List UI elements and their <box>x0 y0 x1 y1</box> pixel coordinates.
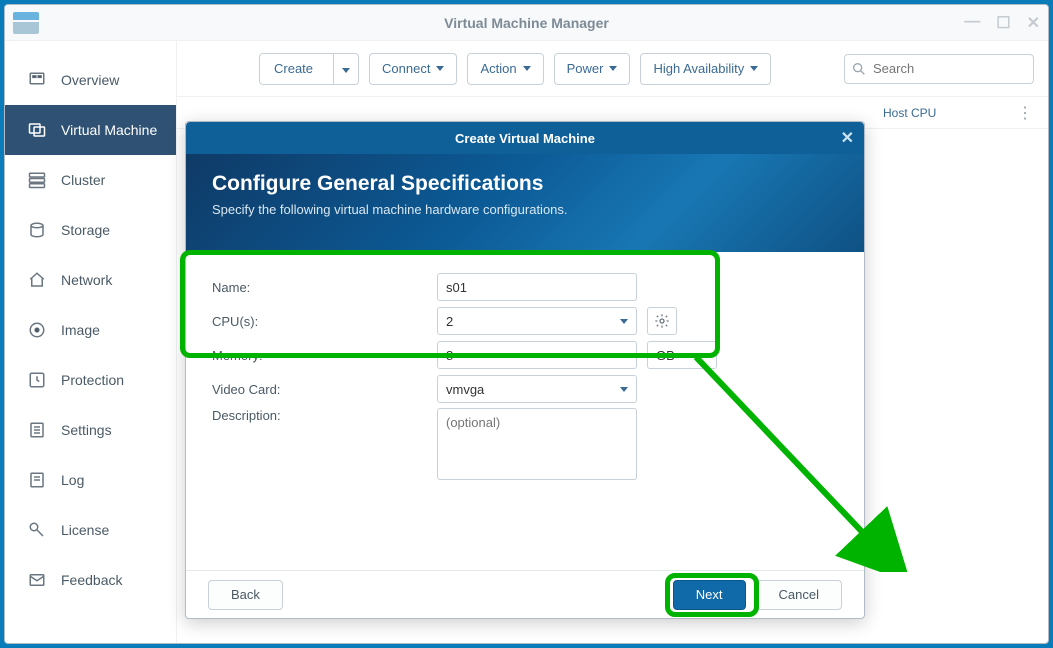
log-icon <box>27 470 47 490</box>
connect-button[interactable]: Connect <box>369 53 457 85</box>
sidebar-item-log[interactable]: Log <box>5 455 176 505</box>
create-vm-modal: Create Virtual Machine ✕ Configure Gener… <box>185 121 865 619</box>
memory-label: Memory: <box>212 348 437 363</box>
modal-title: Create Virtual Machine <box>455 131 595 146</box>
titlebar: Virtual Machine Manager — ☐ ✕ <box>5 5 1048 41</box>
sidebar-label: Overview <box>61 72 119 88</box>
sidebar-item-protection[interactable]: Protection <box>5 355 176 405</box>
sidebar-item-feedback[interactable]: Feedback <box>5 555 176 605</box>
back-button[interactable]: Back <box>208 580 283 610</box>
window-title: Virtual Machine Manager <box>444 15 609 31</box>
modal-banner: Configure General Specifications Specify… <box>186 154 864 252</box>
chevron-down-icon <box>620 387 628 392</box>
next-button[interactable]: Next <box>673 580 746 610</box>
network-icon <box>27 270 47 290</box>
search-input[interactable] <box>844 54 1034 84</box>
modal-footer: Back Next Cancel <box>186 570 864 618</box>
create-caret-icon[interactable] <box>333 53 358 85</box>
cancel-button[interactable]: Cancel <box>756 580 842 610</box>
sidebar: Overview Virtual Machine Cluster Storage… <box>5 41 177 643</box>
storage-icon <box>27 220 47 240</box>
cluster-icon <box>27 170 47 190</box>
sidebar-label: Virtual Machine <box>61 122 157 138</box>
minimize-icon[interactable]: — <box>964 13 980 33</box>
description-label: Description: <box>212 408 437 423</box>
overview-icon <box>27 70 47 90</box>
sidebar-label: Log <box>61 472 84 488</box>
sidebar-item-network[interactable]: Network <box>5 255 176 305</box>
power-button[interactable]: Power <box>554 53 631 85</box>
modal-titlebar: Create Virtual Machine ✕ <box>186 122 864 154</box>
sidebar-item-settings[interactable]: Settings <box>5 405 176 455</box>
chevron-down-icon <box>620 353 628 358</box>
name-input[interactable] <box>437 273 637 301</box>
close-icon[interactable]: ✕ <box>841 128 854 148</box>
sidebar-item-overview[interactable]: Overview <box>5 55 176 105</box>
sidebar-label: Settings <box>61 422 112 438</box>
memory-select[interactable]: 8 <box>437 341 637 369</box>
app-icon <box>13 12 39 34</box>
sidebar-label: Storage <box>61 222 110 238</box>
app-window: Virtual Machine Manager — ☐ ✕ Overview V… <box>4 4 1049 644</box>
sidebar-label: Network <box>61 272 112 288</box>
description-textarea[interactable] <box>437 408 637 480</box>
search-icon <box>851 61 867 82</box>
sidebar-label: Image <box>61 322 100 338</box>
sidebar-label: Feedback <box>61 572 122 588</box>
cpu-settings-button[interactable] <box>647 307 677 335</box>
sidebar-item-virtual-machine[interactable]: Virtual Machine <box>5 105 176 155</box>
action-button[interactable]: Action <box>467 53 543 85</box>
close-window-icon[interactable]: ✕ <box>1027 13 1040 33</box>
feedback-icon <box>27 570 47 590</box>
column-host-cpu[interactable]: Host CPU <box>877 106 1017 120</box>
create-label: Create <box>260 53 327 85</box>
toolbar: Create Connect Action Power High Availab… <box>177 41 1048 97</box>
sidebar-label: Cluster <box>61 172 105 188</box>
gear-icon <box>654 313 670 329</box>
image-icon <box>27 320 47 340</box>
memory-unit-select[interactable]: GB <box>647 341 717 369</box>
modal-subheading: Specify the following virtual machine ha… <box>212 202 838 217</box>
video-card-select[interactable]: vmvga <box>437 375 637 403</box>
maximize-icon[interactable]: ☐ <box>996 13 1010 33</box>
sidebar-label: Protection <box>61 372 124 388</box>
video-card-label: Video Card: <box>212 382 437 397</box>
sidebar-label: License <box>61 522 109 538</box>
sidebar-item-image[interactable]: Image <box>5 305 176 355</box>
protection-icon <box>27 370 47 390</box>
license-icon <box>27 520 47 540</box>
vm-icon <box>27 120 47 140</box>
modal-form: Name: CPU(s): 2 <box>186 252 864 570</box>
name-label: Name: <box>212 280 437 295</box>
sidebar-item-storage[interactable]: Storage <box>5 205 176 255</box>
column-options-icon[interactable]: ⋮ <box>1017 103 1034 123</box>
cpu-label: CPU(s): <box>212 314 437 329</box>
sidebar-item-cluster[interactable]: Cluster <box>5 155 176 205</box>
modal-heading: Configure General Specifications <box>212 172 838 196</box>
cpu-select[interactable]: 2 <box>437 307 637 335</box>
chevron-down-icon <box>700 353 708 358</box>
create-button[interactable]: Create <box>259 53 359 85</box>
settings-icon <box>27 420 47 440</box>
chevron-down-icon <box>620 319 628 324</box>
high-availability-button[interactable]: High Availability <box>640 53 771 85</box>
sidebar-item-license[interactable]: License <box>5 505 176 555</box>
search-wrap <box>844 54 1034 84</box>
